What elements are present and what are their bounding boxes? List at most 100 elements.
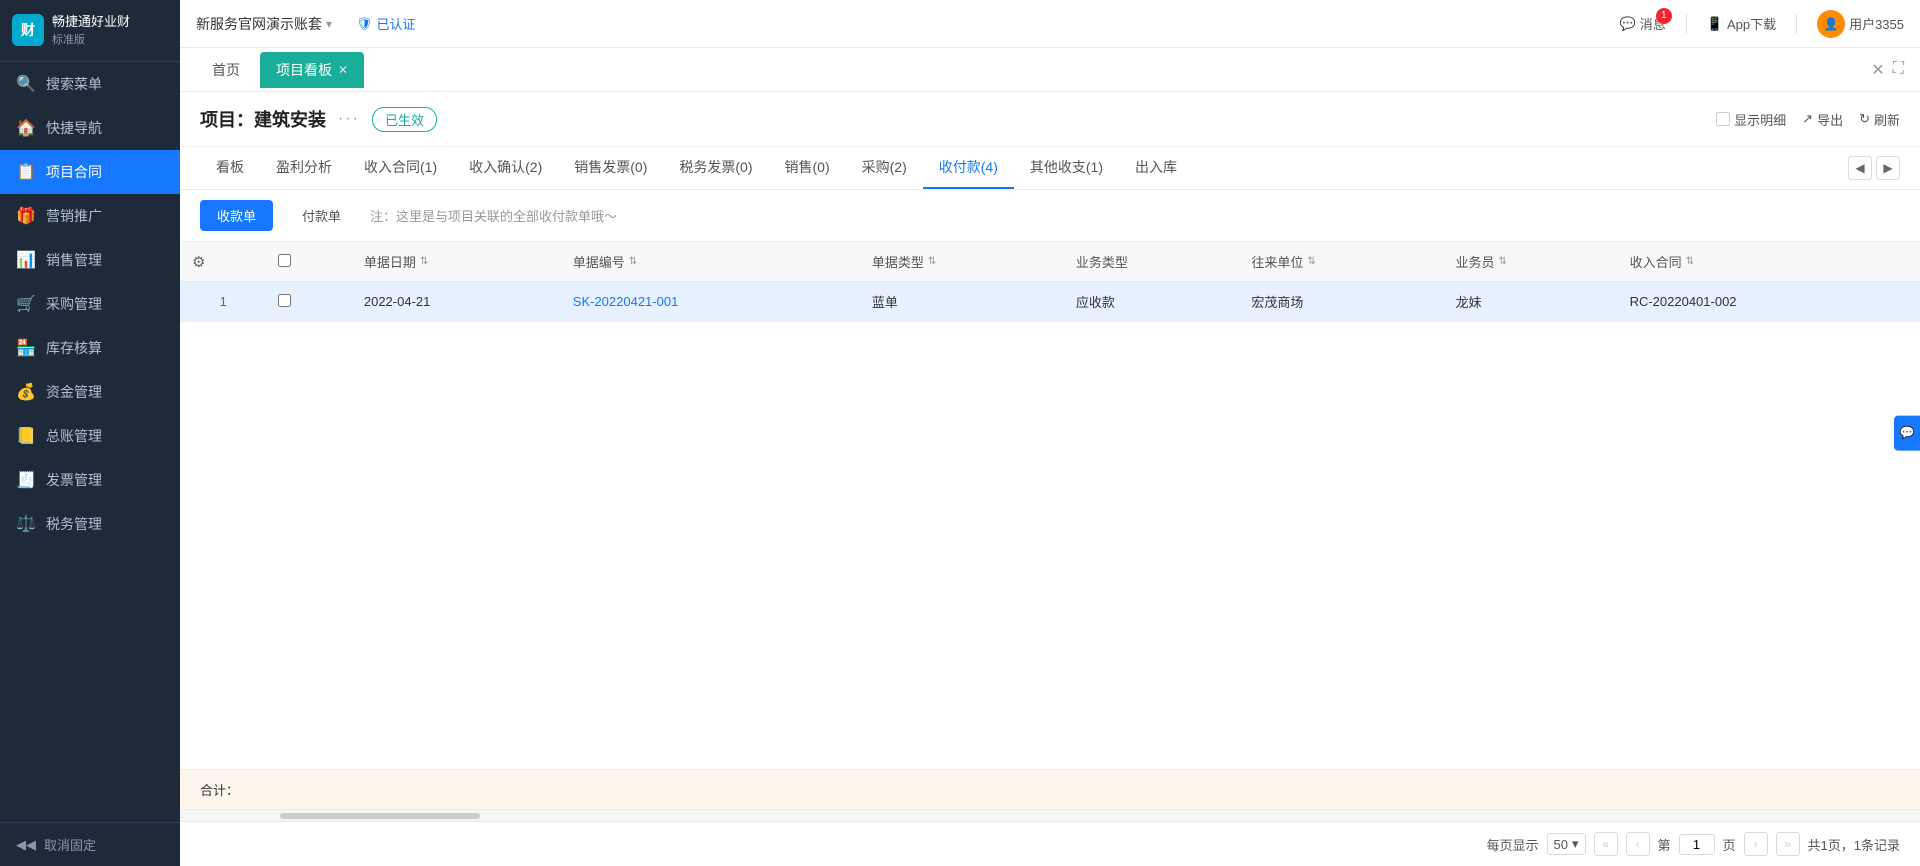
sidebar-item-marketing[interactable]: 🎁 营销推广	[0, 194, 180, 238]
sidebar-item-sales[interactable]: 📊 销售管理	[0, 238, 180, 282]
sidebar-item-invoice[interactable]: 🧾 发票管理	[0, 458, 180, 502]
row-contract: RC-20220401-002	[1618, 282, 1920, 322]
tab-home-label: 首页	[212, 60, 240, 80]
sort-date-icon[interactable]: ⇅	[420, 256, 428, 267]
row-number-link[interactable]: SK-20220421-001	[573, 294, 679, 309]
table-row: 1 2022-04-21 SK-20220421-001 蓝单 应收款 宏茂商场…	[180, 282, 1920, 322]
sub-tab-purchase-label: 采购(2)	[862, 159, 907, 175]
th-number: 单据编号 ⇅	[561, 242, 860, 282]
sidebar-item-search[interactable]: 🔍 搜索菜单	[0, 62, 180, 106]
sub-tab-sales-invoice[interactable]: 销售发票(0)	[558, 147, 663, 189]
sort-number-icon[interactable]: ⇅	[629, 256, 637, 267]
sort-partner-icon[interactable]: ⇅	[1307, 256, 1315, 267]
sub-tab-kanban[interactable]: 看板	[200, 147, 260, 189]
tab-project-board-label: 项目看板	[276, 60, 332, 80]
sub-tab-other-income-label: 其他收支(1)	[1030, 159, 1103, 175]
sub-tab-receipts[interactable]: 收付款(4)	[923, 147, 1014, 189]
show-detail-action[interactable]: 显示明细	[1716, 110, 1786, 129]
account-selector[interactable]: 新服务官网演示账套 ▾	[196, 14, 332, 34]
row-number: SK-20220421-001	[561, 282, 860, 322]
app-name: 畅捷通好业财	[52, 14, 130, 31]
row-checkbox[interactable]	[278, 294, 291, 307]
tab-home[interactable]: 首页	[196, 52, 256, 88]
sidebar-item-projectcontract[interactable]: 📋 项目合同	[0, 150, 180, 194]
sub-filter: 收款单 付款单 注：这里是与项目关联的全部收付款单哦～	[180, 190, 1920, 242]
store-icon: 🏪	[16, 338, 36, 358]
page-number-input[interactable]: 1	[1679, 834, 1715, 855]
sub-nav: 看板 盈利分析 收入合同(1) 收入确认(2) 销售发票(0) 税务发票(0) …	[180, 147, 1920, 190]
chart-icon: 📊	[16, 250, 36, 270]
unpin-icon: ◀◀	[16, 837, 36, 853]
sub-tab-income-contract[interactable]: 收入合同(1)	[348, 147, 453, 189]
sidebar-unpin[interactable]: ◀◀ 取消固定	[0, 822, 180, 866]
sub-tab-income-confirm[interactable]: 收入确认(2)	[453, 147, 558, 189]
settings-gear-icon[interactable]: ⚙	[192, 254, 205, 271]
refresh-button[interactable]: ↻ 刷新	[1859, 110, 1900, 129]
sub-tab-other-income[interactable]: 其他收支(1)	[1014, 147, 1119, 189]
sub-tab-sales[interactable]: 销售(0)	[769, 147, 846, 189]
horizontal-scrollbar[interactable]	[180, 809, 1920, 821]
feedback-icon: 💬	[1900, 426, 1914, 441]
messages-button[interactable]: 💬 消息 1	[1620, 14, 1666, 33]
export-button[interactable]: ↗ 导出	[1802, 110, 1843, 129]
expand-icon[interactable]: ⛶	[1893, 60, 1904, 80]
sub-tab-warehouse[interactable]: 出入库	[1119, 147, 1193, 189]
last-page-button[interactable]: »	[1776, 832, 1800, 856]
th-settings: ⚙	[180, 242, 266, 282]
th-contract-label: 收入合同	[1630, 252, 1682, 271]
sort-type-icon[interactable]: ⇅	[928, 256, 936, 267]
divider-2	[1796, 14, 1797, 34]
tab-bar: 首页 项目看板 ✕ ✕ ⛶	[180, 48, 1920, 92]
filter-receipts-button[interactable]: 收款单	[200, 200, 273, 231]
th-checkbox	[266, 242, 351, 282]
sidebar-item-funds[interactable]: 💰 资金管理	[0, 370, 180, 414]
pagination: 每页显示 50 ▾ « ‹ 第 1 页 › » 共1页，1条记录	[180, 821, 1920, 866]
arrow-left-button[interactable]: ◀	[1848, 156, 1872, 180]
user-profile-button[interactable]: 👤 用户3355	[1817, 10, 1904, 38]
sub-tab-income-confirm-label: 收入确认(2)	[469, 159, 542, 175]
th-biz-type: 业务类型	[1064, 242, 1239, 282]
sub-tab-tax-invoice[interactable]: 税务发票(0)	[663, 147, 768, 189]
show-detail-checkbox[interactable]	[1716, 112, 1730, 126]
sort-contract-icon[interactable]: ⇅	[1686, 256, 1694, 267]
select-all-checkbox[interactable]	[278, 254, 291, 267]
project-more-button[interactable]: ···	[338, 110, 360, 128]
sidebar-item-marketing-label: 营销推广	[46, 206, 102, 226]
page-size-value: 50	[1554, 837, 1568, 852]
sort-salesperson-icon[interactable]: ⇅	[1499, 256, 1507, 267]
sidebar-item-inventory[interactable]: 🏪 库存核算	[0, 326, 180, 370]
arrow-right-button[interactable]: ▶	[1876, 156, 1900, 180]
sub-nav-arrows: ◀ ▶	[1848, 156, 1900, 180]
th-type-label: 单据类型	[872, 252, 924, 271]
sidebar-item-tax[interactable]: ⚖️ 税务管理	[0, 502, 180, 546]
shield-icon: 🛡	[356, 16, 373, 32]
page-size-select[interactable]: 50 ▾	[1547, 833, 1586, 855]
feedback-tab[interactable]: 💬	[1894, 416, 1920, 451]
row-biz-type: 应收款	[1064, 282, 1239, 322]
sub-tab-profit[interactable]: 盈利分析	[260, 147, 348, 189]
sidebar-item-quicknav-label: 快捷导航	[46, 118, 102, 138]
cart-icon: 🛒	[16, 294, 36, 314]
sub-tab-kanban-label: 看板	[216, 159, 244, 175]
tab-project-board[interactable]: 项目看板 ✕	[260, 52, 364, 88]
scrollbar-thumb[interactable]	[280, 813, 480, 819]
prev-page-button[interactable]: ‹	[1626, 832, 1650, 856]
sub-tab-purchase[interactable]: 采购(2)	[846, 147, 923, 189]
logo-icon: 财	[12, 14, 44, 46]
close-window-icon[interactable]: ✕	[1871, 60, 1884, 80]
app-download-button[interactable]: 📱 App下载	[1707, 14, 1776, 33]
sidebar-item-purchase[interactable]: 🛒 采购管理	[0, 282, 180, 326]
filter-payments-button[interactable]: 付款单	[285, 200, 358, 231]
first-page-button[interactable]: «	[1594, 832, 1618, 856]
sidebar-item-invoice-label: 发票管理	[46, 470, 102, 490]
sidebar-bottom-label: 取消固定	[44, 835, 96, 854]
sidebar-item-ledger[interactable]: 📒 总账管理	[0, 414, 180, 458]
export-label: 导出	[1817, 110, 1843, 129]
sidebar-item-quicknav[interactable]: 🏠 快捷导航	[0, 106, 180, 150]
sidebar-item-sales-label: 销售管理	[46, 250, 102, 270]
th-contract: 收入合同 ⇅	[1618, 242, 1920, 282]
sidebar-scroll: 🔍 搜索菜单 🏠 快捷导航 📋 项目合同 🎁 营销推广 📊 销售管理 🛒 采购管…	[0, 62, 180, 822]
next-page-button[interactable]: ›	[1744, 832, 1768, 856]
message-icon: 💬	[1620, 16, 1636, 32]
close-icon[interactable]: ✕	[338, 63, 348, 77]
